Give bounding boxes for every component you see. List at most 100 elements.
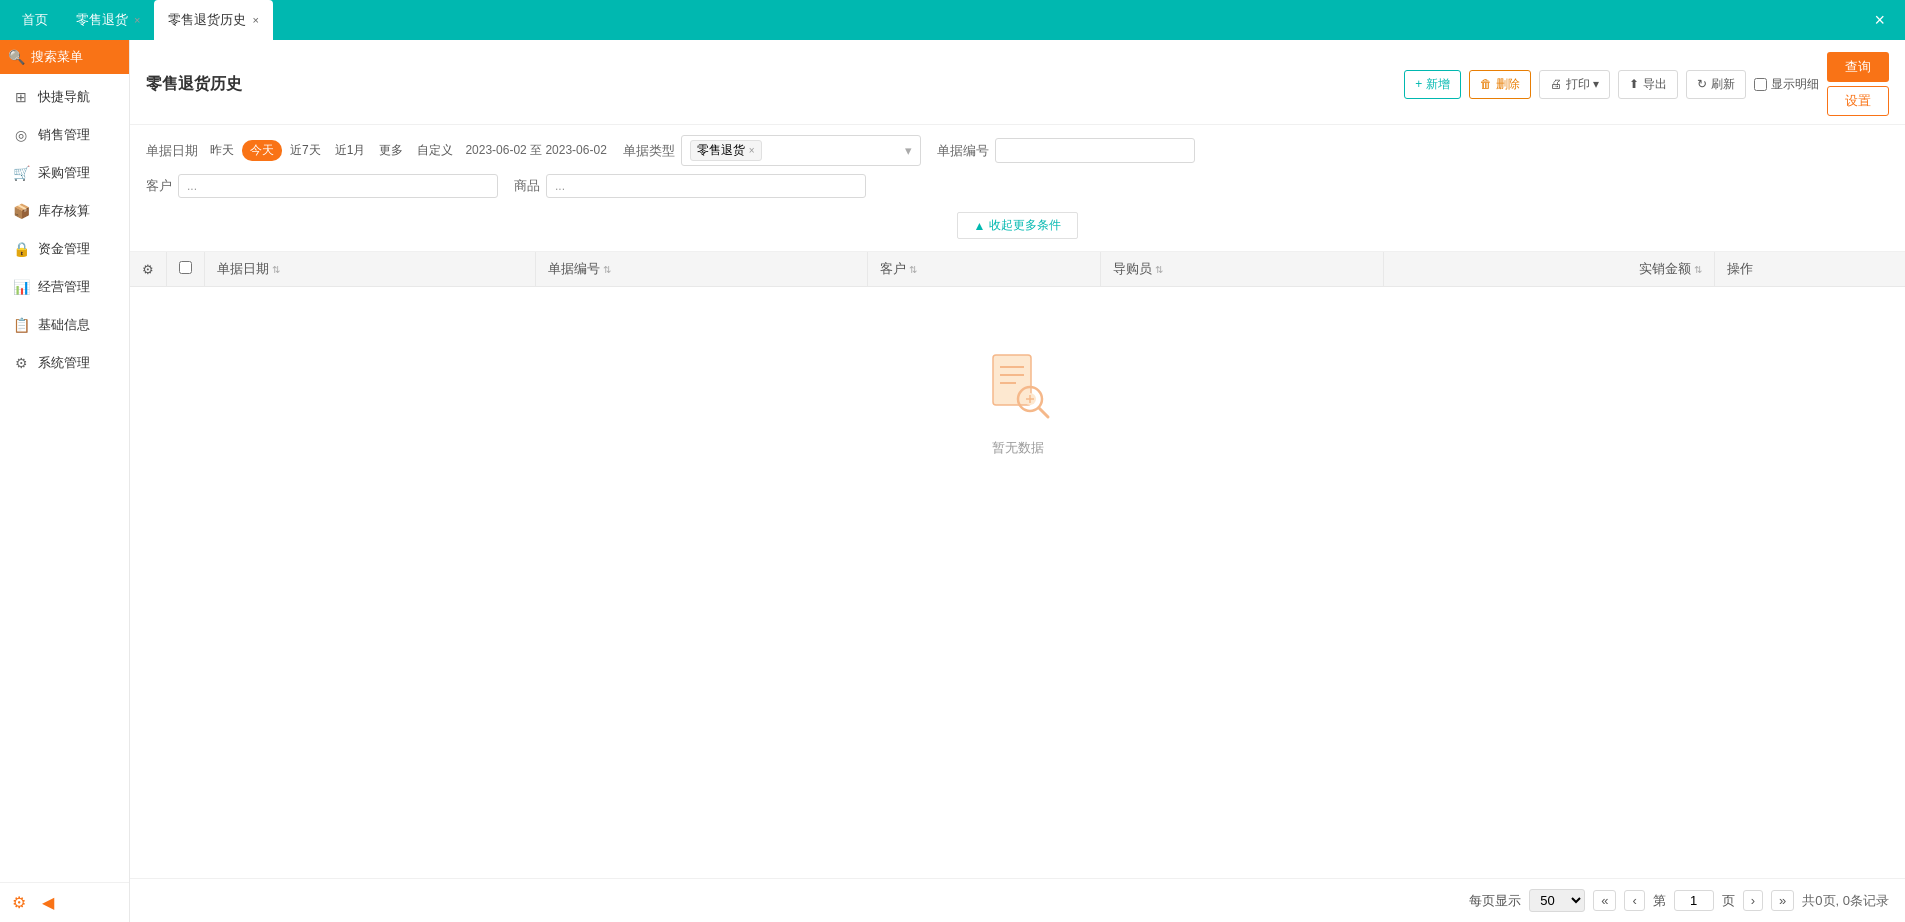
sidebar: 🔍 搜索菜单 ⊞ 快捷导航 ◎ 销售管理 🛒 采购管理 📦 库存核算 🔒 <box>0 40 130 922</box>
column-settings-icon: ⚙ <box>142 262 154 277</box>
date-sort-icon: ⇅ <box>272 264 280 275</box>
data-table: ⚙ 单据日期 ⇅ 单据编号 <box>130 252 1905 517</box>
date-filter-group: 单据日期 昨天 今天 近7天 近1月 更多 自定义 2023-06-02 至 2… <box>146 140 607 161</box>
tab-retail-return-close[interactable]: × <box>134 14 140 26</box>
refresh-icon: ↻ <box>1697 77 1707 91</box>
delete-button[interactable]: 🗑 🗑 删除 删除 <box>1469 70 1531 99</box>
goods-select-box[interactable]: ... <box>546 174 866 198</box>
goods-filter-label: 商品 <box>514 177 540 195</box>
table-area: ⚙ 单据日期 ⇅ 单据编号 <box>130 252 1905 878</box>
top-bar-right: × <box>1866 6 1905 35</box>
th-customer-sort[interactable]: 客户 ⇅ <box>880 260 917 278</box>
page-size-select[interactable]: 50 100 200 <box>1529 889 1585 912</box>
refresh-button[interactable]: ↻ 刷新 <box>1686 70 1746 99</box>
docno-filter-label: 单据编号 <box>937 142 989 160</box>
sidebar-search[interactable]: 🔍 搜索菜单 <box>0 40 129 74</box>
svg-line-5 <box>1039 408 1048 417</box>
page-input[interactable] <box>1674 890 1714 911</box>
th-date-sort[interactable]: 单据日期 ⇅ <box>217 260 280 278</box>
date-opt-7days[interactable]: 近7天 <box>284 140 327 161</box>
next-page-button[interactable]: › <box>1743 890 1763 911</box>
sidebar-item-sales-label: 销售管理 <box>38 126 90 144</box>
header-actions: + 新增 🗑 🗑 删除 删除 🖨 打印 ▾ ⬆ 导出 ↻ 刷新 <box>1404 52 1889 116</box>
filter-row-1: 单据日期 昨天 今天 近7天 近1月 更多 自定义 2023-06-02 至 2… <box>146 135 1889 166</box>
date-opt-today[interactable]: 今天 <box>242 140 282 161</box>
sidebar-item-inventory[interactable]: 📦 库存核算 <box>0 192 129 230</box>
sidebar-item-sales-mgmt[interactable]: ◎ 销售管理 <box>0 116 129 154</box>
th-docno-sort[interactable]: 单据编号 ⇅ <box>548 260 611 278</box>
new-button[interactable]: + 新增 <box>1404 70 1460 99</box>
customer-ellipsis: ... <box>187 179 197 193</box>
page-label: 第 <box>1653 892 1666 910</box>
date-opt-custom[interactable]: 自定义 <box>411 140 459 161</box>
settings-bottom-icon[interactable]: ⚙ <box>12 893 26 912</box>
customer-sort-icon: ⇅ <box>909 264 917 275</box>
collapse-label: 收起更多条件 <box>989 217 1061 234</box>
th-guide-sort[interactable]: 导购员 ⇅ <box>1113 260 1163 278</box>
sidebar-item-finance-label: 资金管理 <box>38 240 90 258</box>
sidebar-item-quick-nav[interactable]: ⊞ 快捷导航 <box>0 78 129 116</box>
system-mgmt-icon: ⚙ <box>12 354 30 372</box>
show-detail-label: 显示明细 <box>1754 76 1819 93</box>
date-opt-yesterday[interactable]: 昨天 <box>204 140 240 161</box>
sidebar-item-purchase-mgmt[interactable]: 🛒 采购管理 <box>0 154 129 192</box>
sidebar-item-operation[interactable]: 📊 经营管理 <box>0 268 129 306</box>
export-button[interactable]: ⬆ 导出 <box>1618 70 1678 99</box>
collapse-button[interactable]: ▲ 收起更多条件 <box>957 212 1079 239</box>
content-area: 零售退货历史 + 新增 🗑 🗑 删除 删除 🖨 打印 ▾ ⬆ 导出 ↻ <box>130 40 1905 922</box>
date-opt-1month[interactable]: 近1月 <box>329 140 372 161</box>
table-header: ⚙ 单据日期 ⇅ 单据编号 <box>130 252 1905 287</box>
show-detail-text: 显示明细 <box>1771 76 1819 93</box>
date-opt-more[interactable]: 更多 <box>373 140 409 161</box>
sidebar-item-purchase-label: 采购管理 <box>38 164 90 182</box>
pagination-bar: 每页显示 50 100 200 « ‹ 第 页 › » 共0页, 0条记录 <box>130 878 1905 922</box>
tab-retail-return-history[interactable]: 零售退货历史 × <box>154 0 272 40</box>
customer-select-box[interactable]: ... <box>178 174 498 198</box>
type-tag: 零售退货 × <box>690 140 762 161</box>
sidebar-item-finance[interactable]: 🔒 资金管理 <box>0 230 129 268</box>
sidebar-item-operation-label: 经营管理 <box>38 278 90 296</box>
purchase-mgmt-icon: 🛒 <box>12 164 30 182</box>
print-button[interactable]: 🖨 打印 ▾ <box>1539 70 1610 99</box>
page-size-label: 每页显示 <box>1469 892 1521 910</box>
empty-text: 暂无数据 <box>992 439 1044 457</box>
th-amount-sort[interactable]: 实销金额 ⇅ <box>1639 260 1702 278</box>
query-button[interactable]: 查询 <box>1827 52 1889 82</box>
collapse-sidebar-icon[interactable]: ◀ <box>42 893 54 912</box>
sidebar-item-system-mgmt[interactable]: ⚙ 系统管理 <box>0 344 129 382</box>
date-filter-label: 单据日期 <box>146 142 198 160</box>
last-page-button[interactable]: » <box>1771 890 1794 911</box>
empty-illustration <box>978 347 1058 427</box>
export-icon: ⬆ <box>1629 77 1639 91</box>
show-detail-checkbox[interactable] <box>1754 78 1767 91</box>
filter-area: 单据日期 昨天 今天 近7天 近1月 更多 自定义 2023-06-02 至 2… <box>130 125 1905 252</box>
basic-info-icon: 📋 <box>12 316 30 334</box>
main-layout: 🔍 搜索菜单 ⊞ 快捷导航 ◎ 销售管理 🛒 采购管理 📦 库存核算 🔒 <box>0 40 1905 922</box>
collapse-more-row: ▲ 收起更多条件 <box>146 206 1889 241</box>
setting-button[interactable]: 设置 <box>1827 86 1889 116</box>
tab-retail-return-history-label: 零售退货历史 <box>168 11 246 29</box>
prev-page-button[interactable]: ‹ <box>1624 890 1644 911</box>
window-close-button[interactable]: × <box>1866 6 1893 35</box>
th-settings[interactable]: ⚙ <box>130 252 167 287</box>
tab-retail-return-history-close[interactable]: × <box>252 14 258 26</box>
tab-home[interactable]: 首页 <box>8 0 62 40</box>
sidebar-nav: ⊞ 快捷导航 ◎ 销售管理 🛒 采购管理 📦 库存核算 🔒 资金管理 📊 经 <box>0 74 129 882</box>
customer-filter-group: 客户 ... <box>146 174 498 198</box>
sidebar-item-basic-info[interactable]: 📋 基础信息 <box>0 306 129 344</box>
table-body: 暂无数据 <box>130 287 1905 518</box>
finance-icon: 🔒 <box>12 240 30 258</box>
select-all-checkbox[interactable] <box>179 261 192 274</box>
tab-retail-return[interactable]: 零售退货 × <box>62 0 154 40</box>
docno-input[interactable] <box>995 138 1195 163</box>
docno-filter-group: 单据编号 <box>937 138 1195 163</box>
sales-mgmt-icon: ◎ <box>12 126 30 144</box>
th-guide: 导购员 ⇅ <box>1101 252 1383 287</box>
top-bar: 首页 零售退货 × 零售退货历史 × × <box>0 0 1905 40</box>
th-actions: 操作 <box>1715 252 1905 287</box>
type-tag-close[interactable]: × <box>749 145 755 156</box>
type-select-box[interactable]: 零售退货 × ▾ <box>681 135 921 166</box>
first-page-button[interactable]: « <box>1593 890 1616 911</box>
th-docno: 单据编号 ⇅ <box>536 252 867 287</box>
empty-row: 暂无数据 <box>130 287 1905 518</box>
